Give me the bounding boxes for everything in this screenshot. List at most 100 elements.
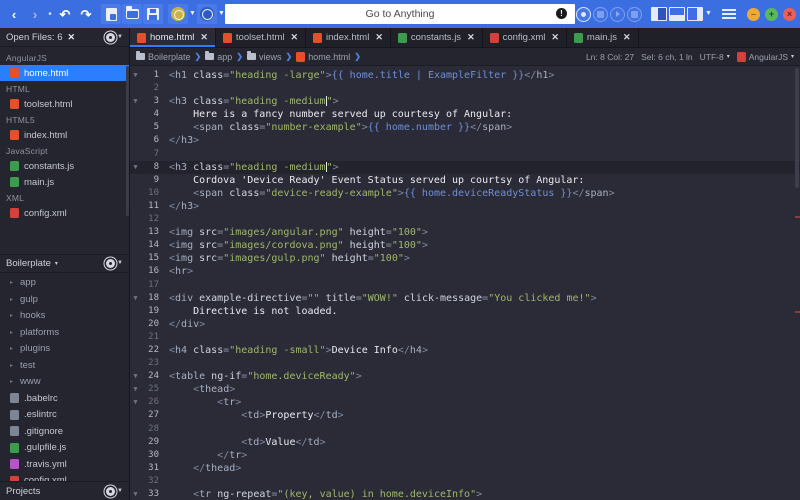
code-line[interactable]: 6</h3> — [130, 134, 800, 147]
tree-file-item[interactable]: .babelrc — [0, 390, 129, 407]
chevron-right-icon[interactable]: ▸ — [10, 329, 15, 336]
close-tab-icon[interactable]: ✕ — [467, 32, 475, 43]
nav-more-icon[interactable]: • — [46, 9, 54, 20]
layout-bottom-icon[interactable] — [669, 7, 685, 21]
editor-tab[interactable]: index.html✕ — [306, 28, 391, 47]
inspect-icon[interactable] — [593, 7, 608, 22]
close-button[interactable]: × — [783, 8, 796, 21]
chevron-right-icon[interactable]: ▸ — [10, 345, 15, 352]
code-line[interactable]: ▼3<h3 class="heading -medium"> — [130, 95, 800, 108]
code-line[interactable]: 13<img src="images/angular.png" height="… — [130, 226, 800, 239]
redo-icon[interactable]: ↷ — [76, 4, 96, 24]
fold-arrow-icon[interactable]: ▼ — [130, 69, 141, 82]
code-line[interactable]: 32 — [130, 475, 800, 488]
code-line[interactable]: 22<h4 class="heading -small">Device Info… — [130, 344, 800, 357]
open-file-item[interactable]: config.xml — [0, 205, 129, 221]
chevron-right-icon[interactable]: ▸ — [10, 312, 15, 319]
chevron-down-icon[interactable]: ▼ — [117, 260, 123, 266]
open-folder-icon[interactable] — [122, 4, 142, 24]
code-line[interactable]: ▼33 <tr ng-repeat="(key, value) in home.… — [130, 488, 800, 500]
tree-folder-item[interactable]: ▸platforms — [0, 324, 129, 341]
play-icon[interactable] — [610, 7, 625, 22]
projects-footer[interactable]: Projects ▼ — [0, 481, 129, 500]
code-line[interactable]: 12 — [130, 213, 800, 226]
chevron-down-icon[interactable]: ▼ — [117, 488, 123, 494]
maximize-button[interactable]: + — [765, 8, 778, 21]
editor-tab[interactable]: config.xml✕ — [483, 28, 567, 47]
tree-folder-item[interactable]: ▸test — [0, 357, 129, 374]
gear-icon[interactable] — [106, 259, 115, 268]
chevron-down-icon[interactable]: ▾ — [791, 53, 794, 60]
code-line[interactable]: 30 </tr> — [130, 449, 800, 462]
breadcrumb-item[interactable]: views — [247, 52, 282, 62]
tree-file-item[interactable]: .gitignore — [0, 423, 129, 440]
open-file-item[interactable]: index.html — [0, 127, 129, 143]
editor-tab[interactable]: toolset.html✕ — [216, 28, 306, 47]
code-line[interactable]: 5 <span class="number-example">{{ home.n… — [130, 121, 800, 134]
tree-folder-item[interactable]: ▸gulp — [0, 291, 129, 308]
code-line[interactable]: 28 — [130, 423, 800, 436]
chevron-right-icon[interactable]: ▸ — [10, 362, 15, 369]
editor-tab[interactable]: main.js✕ — [567, 28, 639, 47]
live-preview-icon[interactable] — [168, 4, 188, 24]
chevron-right-icon[interactable]: ▸ — [10, 378, 15, 385]
editor-scrollbar[interactable] — [795, 68, 799, 188]
fold-arrow-icon[interactable]: ▼ — [130, 396, 141, 409]
sidebar-scrollbar[interactable] — [126, 66, 129, 216]
project-settings[interactable]: ▼ — [106, 259, 123, 268]
open-file-item[interactable]: main.js — [0, 174, 129, 190]
code-line[interactable]: 7 — [130, 148, 800, 161]
code-line[interactable]: 10 <span class="device-ready-example">{{… — [130, 187, 800, 200]
go-to-anything-container[interactable]: ! — [225, 4, 575, 24]
grid-icon[interactable] — [627, 7, 642, 22]
projects-settings[interactable]: ▼ — [106, 487, 123, 496]
layout-caret-icon[interactable]: ▼ — [705, 4, 712, 24]
code-line[interactable]: 19 Directive is not loaded. — [130, 305, 800, 318]
encoding-selector[interactable]: UTF-8 ▾ — [700, 52, 730, 62]
layout-right-icon[interactable] — [687, 7, 703, 21]
breadcrumb-item[interactable]: home.html — [296, 52, 350, 62]
language-selector[interactable]: AngularJS ▾ — [737, 52, 794, 62]
layout-left-icon[interactable] — [651, 7, 667, 21]
tree-file-item[interactable]: .eslintrc — [0, 407, 129, 424]
search-info-icon[interactable]: ! — [556, 8, 567, 19]
open-files-list[interactable]: AngularJShome.htmlHTMLtoolset.htmlHTML5i… — [0, 47, 129, 254]
fold-arrow-icon[interactable]: ▼ — [130, 95, 141, 108]
code-line[interactable]: 17 — [130, 279, 800, 292]
browser-preview-caret-icon[interactable]: ▼ — [218, 4, 225, 24]
breadcrumb-item[interactable]: app — [205, 52, 232, 62]
fold-arrow-icon[interactable]: ▼ — [130, 161, 141, 174]
code-line[interactable]: ▼1<h1 class="heading -large">{{ home.tit… — [130, 69, 800, 82]
code-line[interactable]: 20</div> — [130, 318, 800, 331]
code-line[interactable]: 4 Here is a fancy number served up court… — [130, 108, 800, 121]
project-chevron-icon[interactable]: ▾ — [55, 260, 58, 267]
menu-icon[interactable] — [722, 9, 736, 19]
open-files-close-icon[interactable]: ✕ — [68, 32, 76, 43]
fold-arrow-icon[interactable]: ▼ — [130, 488, 141, 500]
gear-icon[interactable] — [106, 487, 115, 496]
tree-file-item[interactable]: .travis.yml — [0, 456, 129, 473]
code-line[interactable]: 29 <td>Value</td> — [130, 436, 800, 449]
code-line[interactable]: 11</h3> — [130, 200, 800, 213]
code-line[interactable]: ▼8<h3 class="heading -medium"> — [130, 161, 800, 174]
code-line[interactable]: 2 — [130, 82, 800, 95]
code-line[interactable]: ▼26 <tr> — [130, 396, 800, 409]
undo-icon[interactable]: ↶ — [55, 4, 75, 24]
close-tab-icon[interactable]: ✕ — [623, 32, 631, 43]
open-files-settings[interactable]: ▼ — [106, 33, 123, 42]
code-line[interactable]: 9 Cordova 'Device Ready' Event Status se… — [130, 174, 800, 187]
chevron-right-icon[interactable]: ▸ — [10, 279, 15, 286]
project-tree[interactable]: ▸app▸gulp▸hooks▸platforms▸plugins▸test▸w… — [0, 273, 129, 482]
code-line[interactable]: 27 <td>Property</td> — [130, 409, 800, 422]
editor-tab[interactable]: home.html✕ — [130, 28, 216, 47]
gear-icon[interactable] — [106, 33, 115, 42]
breadcrumb-item[interactable]: Boilerplate — [136, 52, 191, 62]
tree-folder-item[interactable]: ▸plugins — [0, 341, 129, 358]
chevron-down-icon[interactable]: ▼ — [117, 34, 123, 40]
save-file-icon[interactable] — [143, 4, 163, 24]
code-line[interactable]: 16<hr> — [130, 265, 800, 278]
code-line[interactable]: 23 — [130, 357, 800, 370]
open-file-item[interactable]: home.html — [0, 65, 129, 81]
code-line[interactable]: 15<img src="images/gulp.png" height="100… — [130, 252, 800, 265]
search-input[interactable] — [225, 4, 575, 24]
